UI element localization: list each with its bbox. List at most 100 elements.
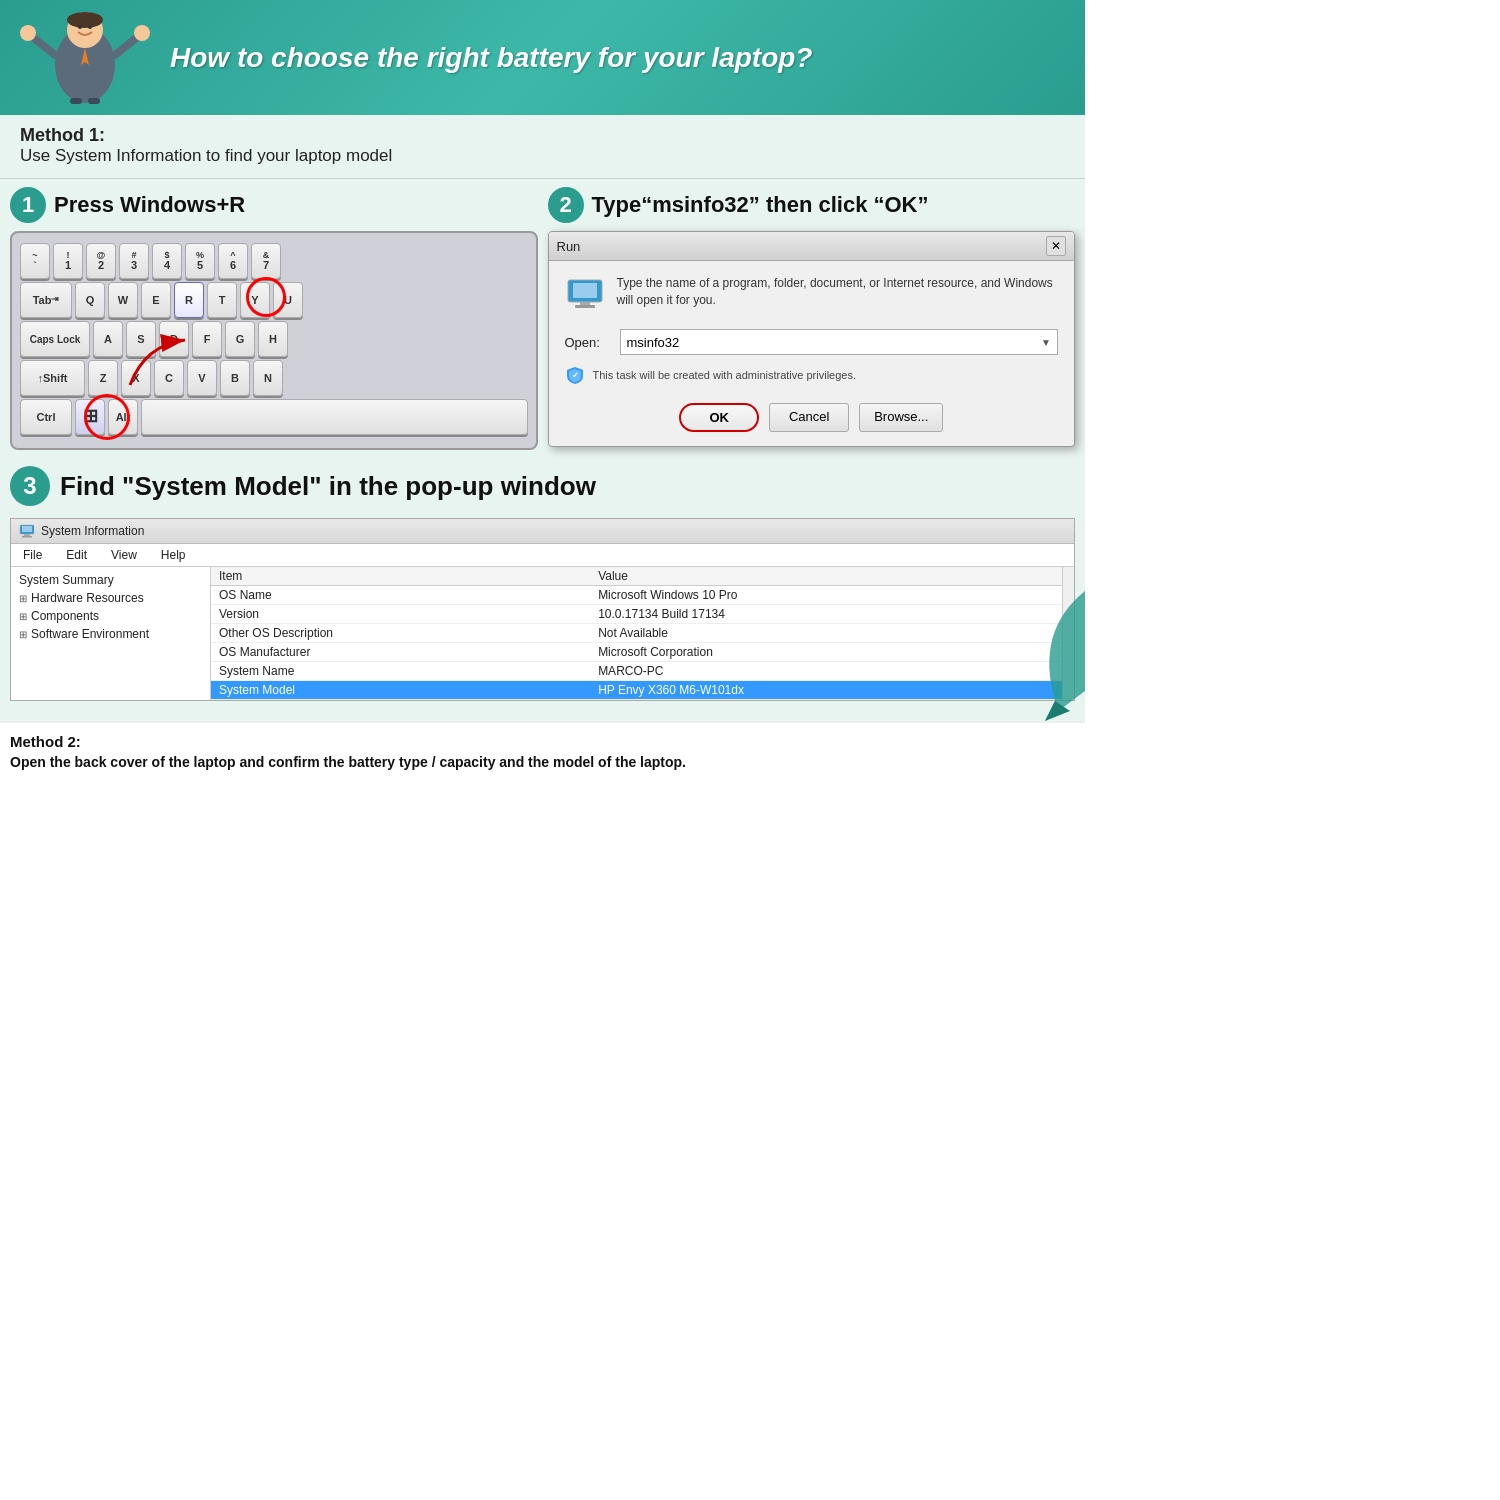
run-input-value: msinfo32 (627, 335, 680, 350)
run-buttons: OK Cancel Browse... (565, 399, 1059, 432)
key-7[interactable]: &7 (251, 243, 281, 279)
keyboard-row-1: ~` !1 @2 #3 $4 %5 ^6 &7 (20, 243, 528, 279)
method2-section: Method 2: Open the back cover of the lap… (0, 721, 1085, 784)
step3-header: 3 Find "System Model" in the pop-up wind… (10, 466, 1075, 506)
step2-title: Type“msinfo32” then click “OK” (592, 192, 929, 218)
sysinfo-cell-value: Not Available (590, 624, 1062, 643)
key-w[interactable]: W (108, 282, 138, 318)
key-tilde[interactable]: ~` (20, 243, 50, 279)
key-s[interactable]: S (126, 321, 156, 357)
svg-point-8 (20, 25, 36, 41)
step2-badge: 2 (548, 187, 584, 223)
svg-rect-10 (70, 98, 82, 104)
key-f[interactable]: F (192, 321, 222, 357)
key-4[interactable]: $4 (152, 243, 182, 279)
run-ok-button[interactable]: OK (679, 403, 759, 432)
sysinfo-title-icon (19, 523, 35, 539)
svg-rect-20 (24, 534, 30, 536)
key-a[interactable]: A (93, 321, 123, 357)
key-d[interactable]: D (159, 321, 189, 357)
run-close-button[interactable]: ✕ (1046, 236, 1066, 256)
key-alt[interactable]: Alt (108, 399, 138, 435)
run-dropdown-arrow-icon[interactable]: ▼ (1041, 337, 1051, 348)
svg-text:✓: ✓ (571, 371, 578, 380)
key-b[interactable]: B (220, 360, 250, 396)
key-n[interactable]: N (253, 360, 283, 396)
sysinfo-table-row[interactable]: System NameMARCO-PC (211, 662, 1062, 681)
sysinfo-tree-components[interactable]: Components (11, 607, 210, 625)
sysinfo-tree: System Summary Hardware Resources Compon… (11, 567, 211, 700)
key-h[interactable]: H (258, 321, 288, 357)
run-dialog: Run ✕ Type the name of a program, folder (548, 231, 1076, 447)
key-tab[interactable]: Tab⇥ (20, 282, 72, 318)
sysinfo-cell-value: HP Envy X360 M6-W101dx (590, 681, 1062, 700)
key-space[interactable] (141, 399, 528, 435)
key-z[interactable]: Z (88, 360, 118, 396)
shield-icon: ✓ (565, 365, 585, 385)
run-input[interactable]: msinfo32 ▼ (620, 329, 1059, 355)
sysinfo-tree-hardware[interactable]: Hardware Resources (11, 589, 210, 607)
content-row: ~` !1 @2 #3 $4 %5 ^6 &7 Tab⇥ Q W E R T (0, 227, 1085, 460)
sysinfo-table-section: Item Value OS NameMicrosoft Windows 10 P… (211, 567, 1062, 700)
key-ctrl[interactable]: Ctrl (20, 399, 72, 435)
keyboard-section: ~` !1 @2 #3 $4 %5 ^6 &7 Tab⇥ Q W E R T (10, 231, 538, 450)
key-x[interactable]: X (121, 360, 151, 396)
svg-rect-19 (22, 526, 32, 532)
key-e[interactable]: E (141, 282, 171, 318)
key-win[interactable]: ⊞ (75, 399, 105, 435)
sysinfo-cell-item: Other OS Description (211, 624, 590, 643)
key-t[interactable]: T (207, 282, 237, 318)
sysinfo-table-row[interactable]: Other OS DescriptionNot Available (211, 624, 1062, 643)
run-cancel-button[interactable]: Cancel (769, 403, 849, 432)
step2-header: 2 Type“msinfo32” then click “OK” (548, 187, 1076, 223)
method1-subtitle: Method 1: Use System Information to find… (0, 115, 1085, 179)
svg-rect-16 (575, 305, 595, 308)
run-titlebar: Run ✕ (549, 232, 1075, 261)
steps-row: 1 Press Windows+R 2 Type“msinfo32” then … (0, 179, 1085, 227)
key-2[interactable]: @2 (86, 243, 116, 279)
sysinfo-table-row[interactable]: Version10.0.17134 Build 17134 (211, 605, 1062, 624)
keyboard: ~` !1 @2 #3 $4 %5 ^6 &7 Tab⇥ Q W E R T (10, 231, 538, 450)
step3-section: 3 Find "System Model" in the pop-up wind… (0, 460, 1085, 518)
sysinfo-menu-help[interactable]: Help (157, 546, 190, 564)
keyboard-wrapper: ~` !1 @2 #3 $4 %5 ^6 &7 Tab⇥ Q W E R T (10, 231, 538, 450)
key-shift[interactable]: ↑Shift (20, 360, 85, 396)
sysinfo-menu-view[interactable]: View (107, 546, 141, 564)
sysinfo-table-row[interactable]: OS ManufacturerMicrosoft Corporation (211, 643, 1062, 662)
key-q[interactable]: Q (75, 282, 105, 318)
run-browse-button[interactable]: Browse... (859, 403, 943, 432)
sysinfo-table-row[interactable]: System ModelHP Envy X360 M6-W101dx (211, 681, 1062, 700)
run-monitor-icon (565, 275, 605, 315)
key-u[interactable]: U (273, 282, 303, 318)
key-y[interactable]: Y (240, 282, 270, 318)
sysinfo-menu-edit[interactable]: Edit (62, 546, 91, 564)
sysinfo-cell-item: OS Manufacturer (211, 643, 590, 662)
header-illustration (10, 10, 160, 105)
svg-rect-14 (573, 283, 597, 298)
run-title-text: Run (557, 239, 581, 254)
run-description-text: Type the name of a program, folder, docu… (617, 275, 1059, 309)
key-r[interactable]: R (174, 282, 204, 318)
key-c[interactable]: C (154, 360, 184, 396)
sysinfo-tree-summary[interactable]: System Summary (11, 571, 210, 589)
svg-point-9 (134, 25, 150, 41)
sysinfo-content: System Summary Hardware Resources Compon… (11, 567, 1074, 700)
sysinfo-menu-file[interactable]: File (19, 546, 46, 564)
teal-arrow-decoration (1015, 571, 1085, 721)
key-6[interactable]: ^6 (218, 243, 248, 279)
key-v[interactable]: V (187, 360, 217, 396)
sysinfo-window: System Information File Edit View Help S… (10, 518, 1075, 701)
svg-point-3 (78, 25, 82, 29)
sysinfo-cell-value: Microsoft Corporation (590, 643, 1062, 662)
key-3[interactable]: #3 (119, 243, 149, 279)
run-shield-row: ✓ This task will be created with adminis… (565, 365, 1059, 385)
key-5[interactable]: %5 (185, 243, 215, 279)
key-g[interactable]: G (225, 321, 255, 357)
sysinfo-cell-value: 10.0.17134 Build 17134 (590, 605, 1062, 624)
sysinfo-tree-software[interactable]: Software Environment (11, 625, 210, 643)
sysinfo-cell-item: System Model (211, 681, 590, 700)
header: How to choose the right battery for your… (0, 0, 1085, 115)
key-1[interactable]: !1 (53, 243, 83, 279)
sysinfo-table-row[interactable]: OS NameMicrosoft Windows 10 Pro (211, 586, 1062, 605)
key-caps-lock[interactable]: Caps Lock (20, 321, 90, 357)
